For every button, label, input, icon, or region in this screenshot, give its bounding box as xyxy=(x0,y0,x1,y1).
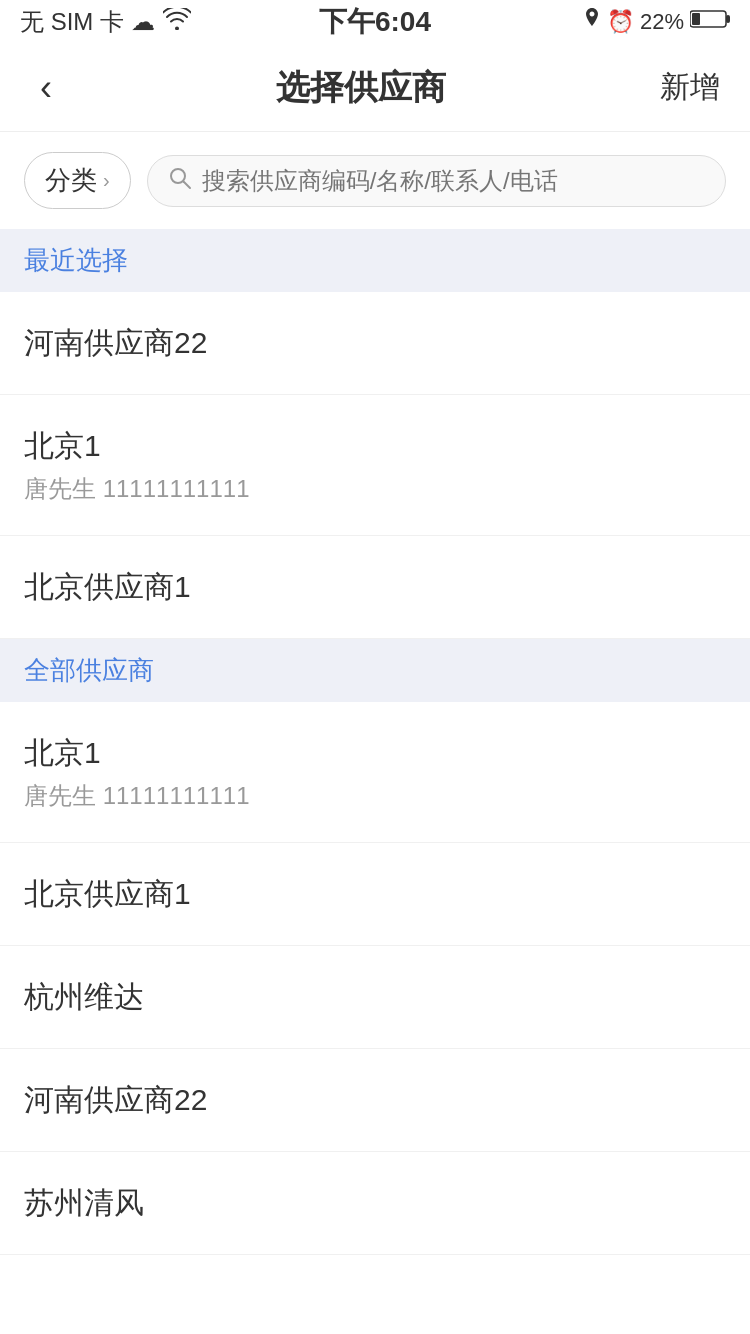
item-sub: 唐先生 11111111111 xyxy=(24,780,726,812)
search-input[interactable] xyxy=(202,167,705,195)
item-name: 苏州清风 xyxy=(24,1182,726,1224)
item-name: 北京1 xyxy=(24,732,726,774)
nav-bar: ‹ 选择供应商 新增 xyxy=(0,44,750,132)
all-section-label: 全部供应商 xyxy=(24,655,154,685)
sim-label: 无 SIM 卡 ☁ xyxy=(20,6,155,38)
item-sub: 唐先生 11111111111 xyxy=(24,473,726,505)
status-right: ⏰ 22% xyxy=(583,8,730,36)
list-item[interactable]: 河南供应商22 xyxy=(0,1049,750,1152)
item-name: 杭州维达 xyxy=(24,976,726,1018)
item-name: 河南供应商22 xyxy=(24,1079,726,1121)
list-item[interactable]: 苏州清风 xyxy=(0,1152,750,1255)
search-bar: 分类 › xyxy=(0,132,750,229)
item-name: 北京1 xyxy=(24,425,726,467)
category-button[interactable]: 分类 › xyxy=(24,152,131,209)
all-section-header: 全部供应商 xyxy=(0,639,750,702)
chevron-right-icon: › xyxy=(103,169,110,192)
wifi-icon xyxy=(163,8,191,36)
search-input-wrap[interactable] xyxy=(147,155,726,207)
item-name: 河南供应商22 xyxy=(24,322,726,364)
back-button[interactable]: ‹ xyxy=(30,57,62,119)
battery-icon xyxy=(690,9,730,35)
list-item[interactable]: 河南供应商22 xyxy=(0,292,750,395)
search-icon xyxy=(168,166,192,196)
all-items-list: 北京1 唐先生 11111111111 北京供应商1 杭州维达河南供应商22 苏州清风 xyxy=(0,702,750,1255)
battery-label: 22% xyxy=(640,9,684,35)
page-title: 选择供应商 xyxy=(276,65,446,111)
recent-section-header: 最近选择 xyxy=(0,229,750,292)
svg-line-4 xyxy=(183,181,190,188)
alarm-icon: ⏰ xyxy=(607,9,634,35)
status-bar: 无 SIM 卡 ☁ 下午6:04 ⏰ 22% xyxy=(0,0,750,44)
svg-rect-1 xyxy=(726,15,730,23)
list-item[interactable]: 北京供应商1 xyxy=(0,536,750,639)
location-icon xyxy=(583,8,601,36)
list-item[interactable]: 北京1 唐先生 11111111111 xyxy=(0,702,750,843)
add-button[interactable]: 新增 xyxy=(660,67,720,108)
item-name: 北京供应商1 xyxy=(24,566,726,608)
status-left: 无 SIM 卡 ☁ xyxy=(20,6,191,38)
category-label: 分类 xyxy=(45,163,97,198)
recent-items-list: 河南供应商22 北京1 唐先生 11111111111 北京供应商1 xyxy=(0,292,750,639)
list-item[interactable]: 北京1 唐先生 11111111111 xyxy=(0,395,750,536)
recent-section-label: 最近选择 xyxy=(24,245,128,275)
item-name: 北京供应商1 xyxy=(24,873,726,915)
svg-rect-2 xyxy=(692,13,700,25)
list-item[interactable]: 北京供应商1 xyxy=(0,843,750,946)
status-time: 下午6:04 xyxy=(319,3,431,41)
list-item[interactable]: 杭州维达 xyxy=(0,946,750,1049)
